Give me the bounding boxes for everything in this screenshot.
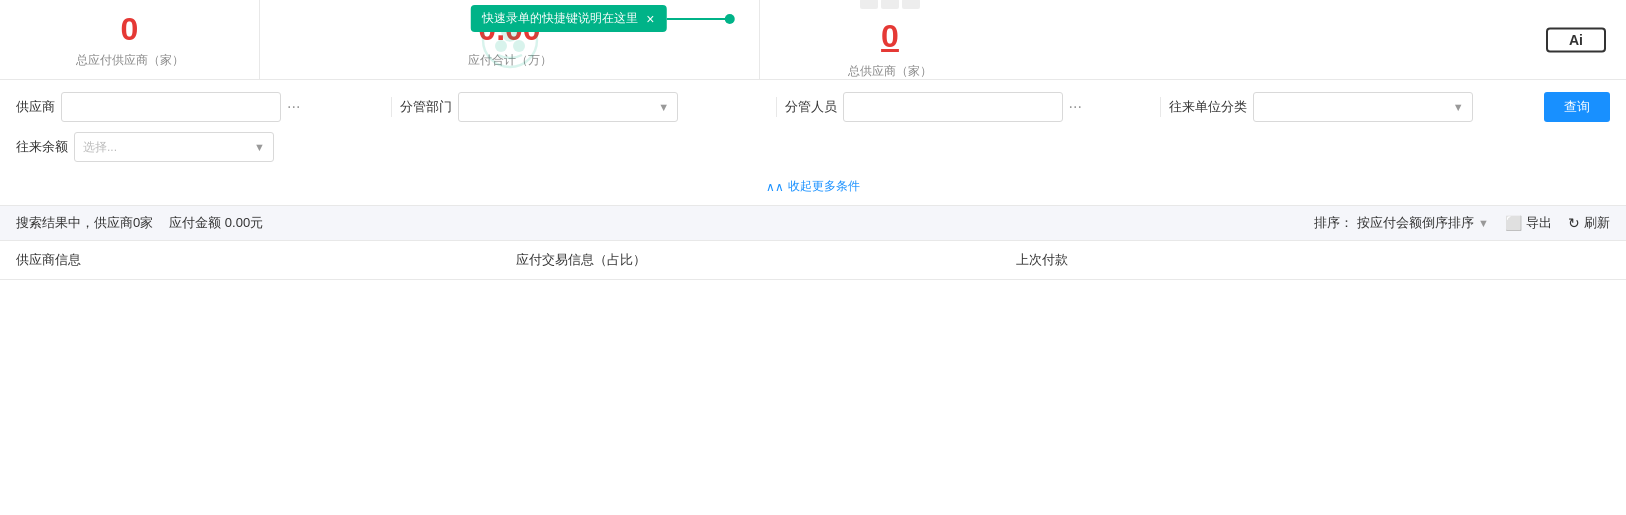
- query-button[interactable]: 查询: [1544, 92, 1610, 122]
- collapse-row: ∧∧ 收起更多条件: [16, 172, 1610, 205]
- table-header: 供应商信息 应付交易信息（占比） 上次付款: [0, 241, 1626, 280]
- stat-total-suppliers: 0 总供应商（家）: [760, 0, 1020, 79]
- filter-department: 分管部门 ▼: [400, 92, 767, 122]
- filter-row-1: 供应商 ··· 分管部门 ▼ 分管人员 ··· 往来单位分类 ▼: [16, 92, 1610, 122]
- person-label: 分管人员: [785, 98, 837, 116]
- unit-class-select[interactable]: ▼: [1253, 92, 1473, 122]
- result-info-area: 搜索结果中，供应商0家 应付金额 0.00元: [16, 214, 263, 232]
- stat-payable-suppliers: 0 总应付供应商（家）: [0, 0, 260, 79]
- filter-unit-class: 往来单位分类 ▼: [1169, 92, 1536, 122]
- result-bar: 搜索结果中，供应商0家 应付金额 0.00元 排序： 按应付会额倒序排序 ▼ ⬜…: [0, 206, 1626, 241]
- table-body: [0, 280, 1626, 515]
- unit-class-label: 往来单位分类: [1169, 98, 1247, 116]
- filter-row-2: 往来余额 选择... ▼: [16, 132, 1610, 162]
- total-suppliers-label: 总供应商（家）: [848, 63, 932, 80]
- ai-button[interactable]: Ai: [1546, 27, 1606, 52]
- export-button[interactable]: ⬜ 导出: [1505, 214, 1552, 232]
- person-dots-btn[interactable]: ···: [1069, 98, 1082, 116]
- svg-point-3: [513, 40, 525, 52]
- balance-select[interactable]: 选择... ▼: [74, 132, 274, 162]
- balance-label: 往来余额: [16, 138, 68, 156]
- table-col-last-payment: 上次付款: [1016, 251, 1610, 269]
- person-input[interactable]: [843, 92, 1063, 122]
- tooltip-balloon: 快速录单的快捷键说明在这里 ×: [470, 5, 666, 32]
- collapse-btn-label: 收起更多条件: [788, 178, 860, 195]
- filter-supplier: 供应商 ···: [16, 92, 383, 122]
- result-info-text: 搜索结果中，供应商0家: [16, 214, 153, 232]
- svg-point-2: [495, 40, 507, 52]
- payable-suppliers-number: 0: [121, 10, 139, 48]
- supplier-dots-btn[interactable]: ···: [287, 98, 300, 116]
- tooltip-text: 快速录单的快捷键说明在这里: [482, 10, 638, 27]
- unit-class-dropdown-arrow: ▼: [1453, 101, 1464, 113]
- filter-person: 分管人员 ···: [785, 92, 1152, 122]
- stat-payable-total: 0.00 应付合计（万） 快速录单的快捷键说明在这里 ×: [260, 0, 760, 79]
- collapse-up-icon: ∧∧: [766, 180, 784, 194]
- sort-value: 按应付会额倒序排序: [1357, 214, 1474, 232]
- filter-bar: 供应商 ··· 分管部门 ▼ 分管人员 ··· 往来单位分类 ▼: [0, 80, 1626, 206]
- tooltip-close-btn[interactable]: ×: [646, 12, 654, 26]
- result-amount-text: 应付金额 0.00元: [169, 214, 263, 232]
- balance-select-placeholder: 选择...: [83, 139, 117, 156]
- department-dropdown-arrow: ▼: [658, 101, 669, 113]
- supplier-label: 供应商: [16, 98, 55, 116]
- sort-label: 排序：: [1314, 214, 1353, 232]
- tooltip-dot: [724, 14, 734, 24]
- refresh-label: 刷新: [1584, 214, 1610, 232]
- stats-bar: 0 总应付供应商（家） 0.00 应付合计（万） 快速录单的快捷键说明在这里 ×: [0, 0, 1626, 80]
- refresh-icon: ↻: [1568, 215, 1580, 231]
- payable-suppliers-label: 总应付供应商（家）: [76, 52, 184, 69]
- balance-dropdown-arrow: ▼: [254, 141, 265, 153]
- ai-button-area[interactable]: Ai: [1546, 27, 1606, 52]
- refresh-button[interactable]: ↻ 刷新: [1568, 214, 1610, 232]
- sort-dropdown-arrow: ▼: [1478, 217, 1489, 229]
- filter-balance: 往来余额 选择... ▼: [16, 132, 336, 162]
- sort-selector[interactable]: 排序： 按应付会额倒序排序 ▼: [1314, 214, 1489, 232]
- supplier-input[interactable]: [61, 92, 281, 122]
- export-label: 导出: [1526, 214, 1552, 232]
- table-col-supplier-info: 供应商信息: [16, 251, 516, 269]
- export-icon: ⬜: [1505, 215, 1522, 231]
- table-col-transaction-info: 应付交易信息（占比）: [516, 251, 1016, 269]
- department-label: 分管部门: [400, 98, 452, 116]
- result-actions: 排序： 按应付会额倒序排序 ▼ ⬜ 导出 ↻ 刷新: [1314, 214, 1610, 232]
- total-suppliers-number: 0: [881, 17, 899, 55]
- department-select[interactable]: ▼: [458, 92, 678, 122]
- collapse-btn[interactable]: ∧∧ 收起更多条件: [766, 178, 860, 195]
